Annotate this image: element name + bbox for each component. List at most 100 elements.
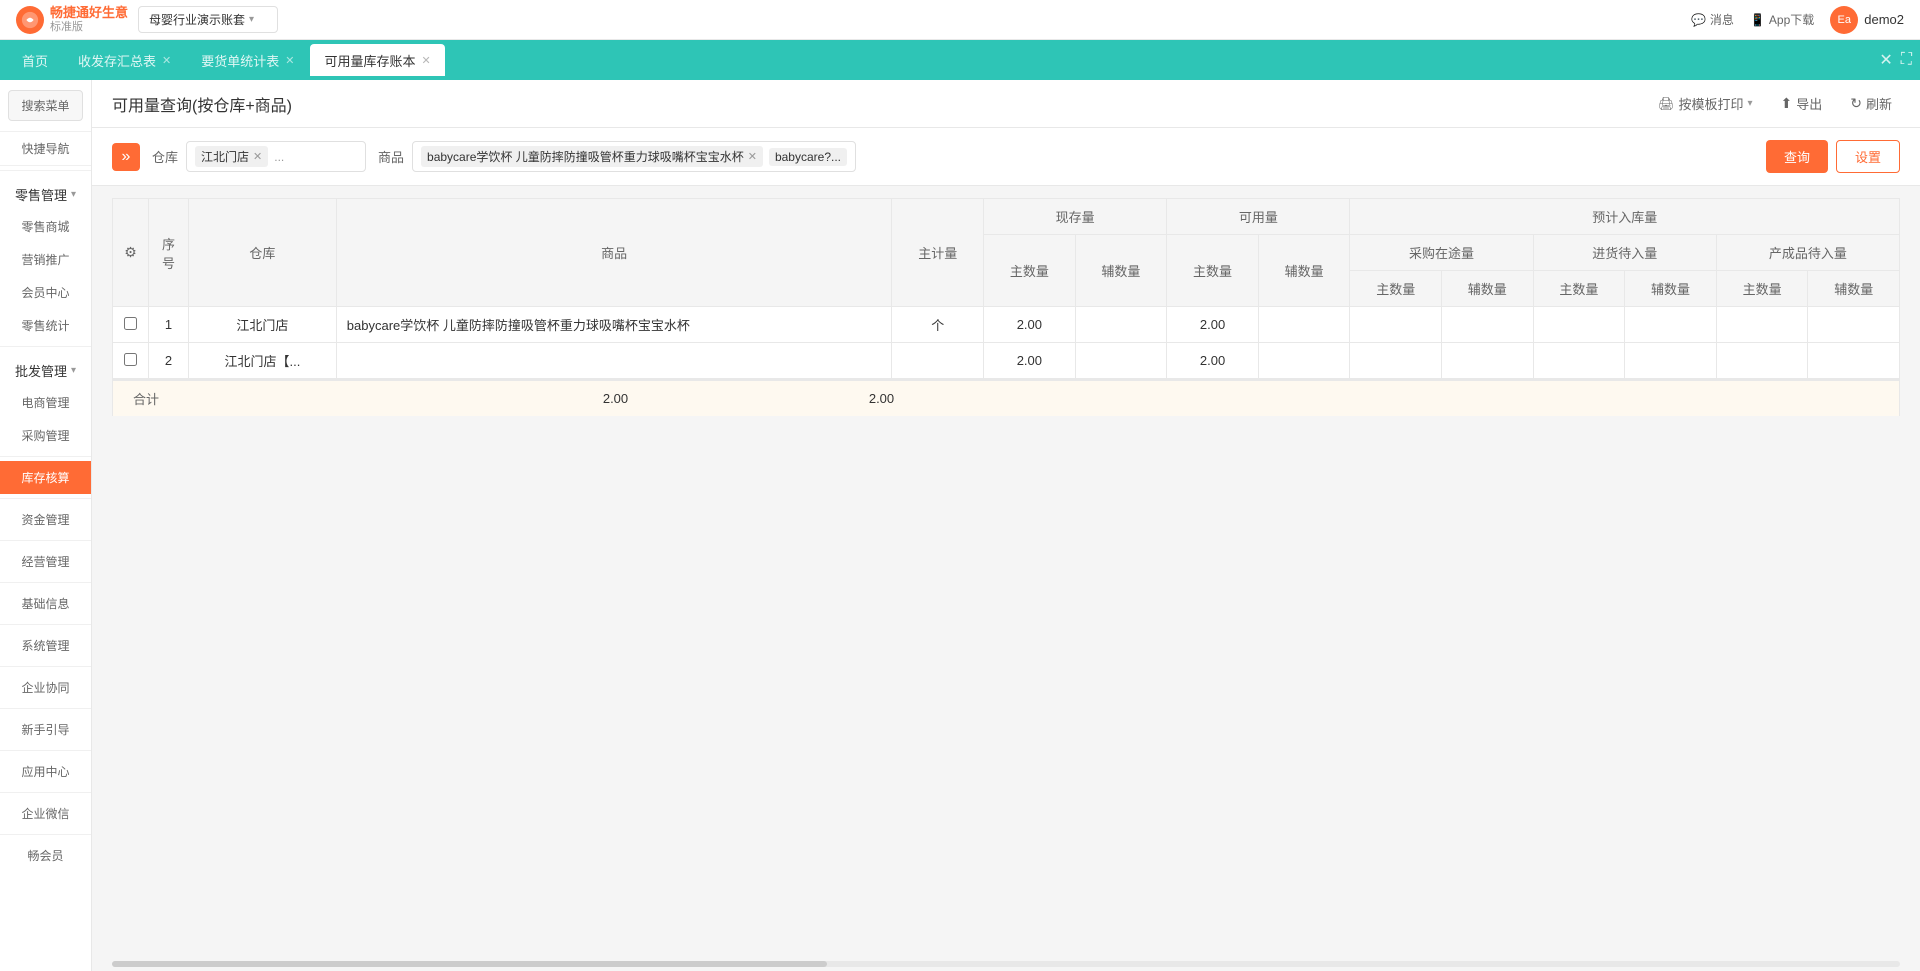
tab-available-stock[interactable]: 可用量库存账本 ✕ [310,44,444,76]
org-selector[interactable]: 母婴行业演示账套 [138,6,278,33]
sidebar-item-new-guide[interactable]: 新手引导 [0,713,91,746]
sidebar-divider-8 [0,666,91,667]
org-selector-chevron [249,14,254,25]
sidebar-item-basic-info[interactable]: 基础信息 [0,587,91,620]
tab-available-close[interactable]: ✕ [422,54,431,67]
sidebar-item-ecommerce[interactable]: 电商管理 [0,386,91,419]
th-warehouse: 仓库 [189,199,337,307]
warehouse-filter-input[interactable]: 江北门店 ✕ ... [186,141,366,172]
sidebar-item-app-center[interactable]: 应用中心 [0,755,91,788]
product-tag-1: babycare学饮杯 儿童防摔防撞吸管杯重力球吸嘴杯宝宝水杯 ✕ [421,146,763,167]
cell-products-waiting-aux-1 [1808,343,1900,379]
sidebar-item-enterprise-wechat[interactable]: 企业微信 [0,797,91,830]
footer-available-main: 2.00 [815,391,948,406]
search-menu-button[interactable]: 搜索菜单 [8,90,83,121]
cell-checkbox-1[interactable] [113,343,149,379]
sidebar-item-operations[interactable]: 经营管理 [0,545,91,578]
tab-order-close[interactable]: ✕ [285,54,294,67]
sidebar-item-finance[interactable]: 资金管理 [0,503,91,536]
sidebar-item-vip[interactable]: 畅会员 [0,839,91,872]
warehouse-filter-group: 仓库 江北门店 ✕ ... [152,141,366,172]
product-tag-2: babycare?... [769,148,847,166]
main-content: 可用量查询(按仓库+商品) 🖨 按模板打印 ⬆ 导出 ↻ 刷新 [92,80,1920,971]
th-available-aux: 辅数量 [1258,235,1350,307]
tab-order-stats[interactable]: 要货单统计表 ✕ [187,44,308,76]
nav-tabs: 首页 收发存汇总表 ✕ 要货单统计表 ✕ 可用量库存账本 ✕ ✕ ⛶ [0,40,1920,80]
user-area[interactable]: Ea demo2 [1830,6,1904,34]
refresh-button[interactable]: ↻ 刷新 [1842,90,1900,117]
product-filter-group: 商品 babycare学饮杯 儿童防摔防撞吸管杯重力球吸嘴杯宝宝水杯 ✕ bab… [378,141,856,172]
th-current-main: 主数量 [984,235,1076,307]
cell-products-waiting-aux-0 [1808,307,1900,343]
app-download-button[interactable]: 📱 App下载 [1750,11,1814,28]
tab-receipt-summary[interactable]: 收发存汇总表 ✕ [64,44,185,76]
sidebar-item-retail-stats[interactable]: 零售统计 [0,309,91,342]
close-all-tabs-button[interactable]: ✕ [1879,50,1892,70]
tab-home[interactable]: 首页 [8,44,62,76]
sidebar-item-member-center[interactable]: 会员中心 [0,276,91,309]
cell-goods-waiting-main-1 [1533,343,1625,379]
print-label: 按模板打印 [1678,94,1743,113]
tab-available-label: 可用量库存账本 [324,51,415,70]
th-estimated-inbound: 预计入库量 [1350,199,1900,235]
print-button[interactable]: 🖨 按模板打印 [1650,90,1761,117]
export-button[interactable]: ⬆ 导出 [1773,90,1831,117]
sidebar-group-wholesale-arrow [71,365,76,376]
maximize-button[interactable]: ⛶ [1901,51,1912,69]
sidebar-group-retail: 零售管理 零售商城 营销推广 会员中心 零售统计 [0,175,91,342]
th-available: 可用量 [1167,199,1350,235]
scroll-bar-area [92,957,1920,971]
settings-button[interactable]: 设置 [1836,140,1900,173]
sidebar-item-system[interactable]: 系统管理 [0,629,91,662]
th-num: 序号 [149,199,189,307]
warehouse-tag-remove[interactable]: ✕ [253,150,262,163]
settings-icon: ⚙ [124,244,137,260]
table-area: ⚙ 序号 仓库 商品 主计量 现存量 可用量 预计入库量 主数量 辅数量 主数量 [92,186,1920,957]
sidebar-group-wholesale: 批发管理 电商管理 采购管理 [0,351,91,452]
th-current-aux: 辅数量 [1075,235,1167,307]
sidebar-item-retail-mall[interactable]: 零售商城 [0,210,91,243]
cell-purchase-transit-main-1 [1350,343,1442,379]
sidebar-divider-7 [0,624,91,625]
tab-receipt-close[interactable]: ✕ [162,54,171,67]
sidebar-item-inventory[interactable]: 库存核算 [0,461,91,494]
table-footer: 合计 2.00 2.00 [112,379,1900,416]
query-button[interactable]: 查询 [1766,140,1828,173]
th-purchase-transit-aux: 辅数量 [1442,271,1534,307]
th-settings[interactable]: ⚙ [113,199,149,307]
sidebar-group-retail-header[interactable]: 零售管理 [0,175,91,210]
logo-icon [16,6,44,34]
cell-checkbox-0[interactable] [113,307,149,343]
layout: 搜索菜单 快捷导航 零售管理 零售商城 营销推广 会员中心 零售统计 批发管理 … [0,80,1920,971]
filter-toggle-icon: » [122,148,131,166]
message-button[interactable]: 💬 消息 [1691,11,1734,28]
refresh-label: 刷新 [1866,94,1892,113]
page-actions: 🖨 按模板打印 ⬆ 导出 ↻ 刷新 [1650,90,1900,117]
sidebar-item-purchase[interactable]: 采购管理 [0,419,91,452]
th-products-waiting-main: 主数量 [1716,271,1808,307]
sidebar-item-marketing[interactable]: 营销推广 [0,243,91,276]
th-products-waiting-aux: 辅数量 [1808,271,1900,307]
product-tag-1-remove[interactable]: ✕ [748,150,757,163]
footer-label: 合计 [133,389,289,408]
filter-toggle-button[interactable]: » [112,143,140,171]
sidebar-divider-9 [0,708,91,709]
export-icon: ⬆ [1781,95,1793,112]
scroll-bar-thumb[interactable] [112,961,827,967]
cell-products-waiting-main-1 [1716,343,1808,379]
filter-actions: 查询 设置 [1766,140,1900,173]
sidebar-item-enterprise-collab[interactable]: 企业协同 [0,671,91,704]
cell-warehouse-1: 江北门店【... [189,343,337,379]
sidebar-divider-6 [0,582,91,583]
print-chevron [1747,98,1752,109]
sidebar-divider-10 [0,750,91,751]
th-unit: 主计量 [892,199,984,307]
scroll-bar-track[interactable] [112,961,1900,967]
cell-num-1: 2 [149,343,189,379]
th-purchase-transit-main: 主数量 [1350,271,1442,307]
user-name: demo2 [1864,12,1904,27]
sidebar-group-wholesale-header[interactable]: 批发管理 [0,351,91,386]
sidebar-item-quick-nav[interactable]: 快捷导航 [0,132,91,166]
warehouse-more-indicator[interactable]: ... [274,150,284,164]
product-filter-input[interactable]: babycare学饮杯 儿童防摔防撞吸管杯重力球吸嘴杯宝宝水杯 ✕ babyca… [412,141,856,172]
